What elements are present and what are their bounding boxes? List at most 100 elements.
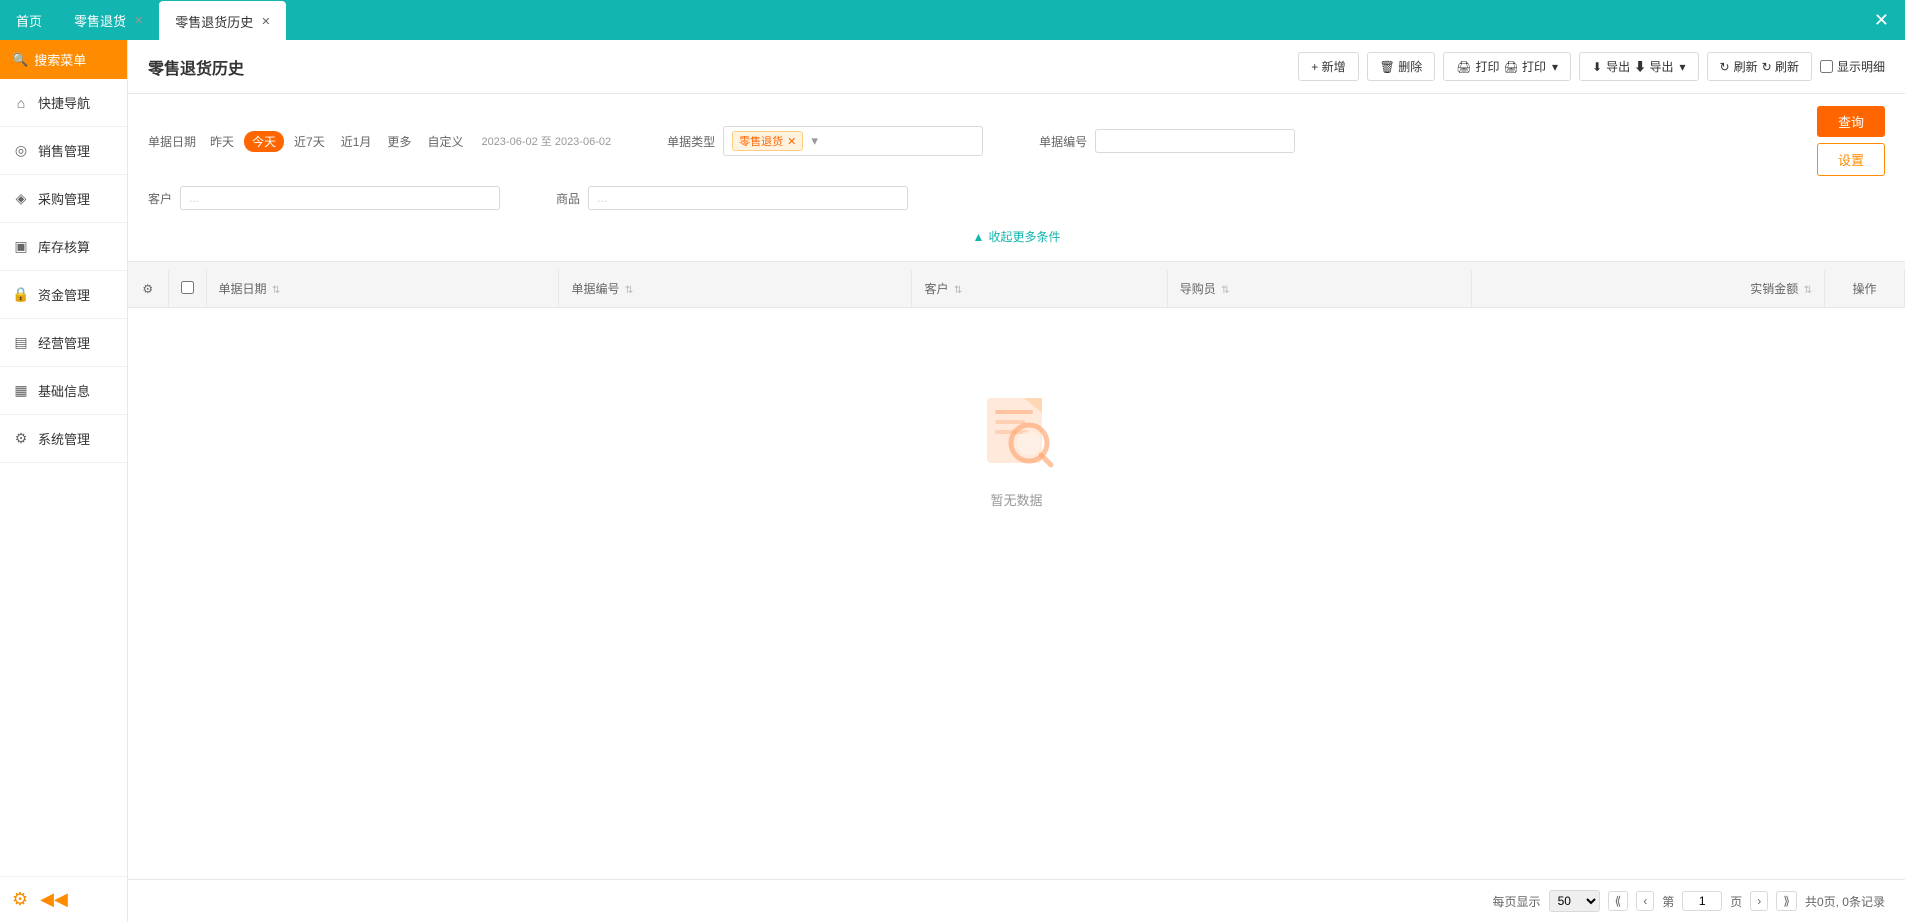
customer-input[interactable] [180,186,500,210]
query-button[interactable]: 查询 [1817,106,1885,137]
window-close-button[interactable]: ✕ [1858,10,1905,31]
volume-icon[interactable]: ◀◀ [40,889,68,910]
sidebar-item-inventory[interactable]: ▣ 库存核算 [0,223,127,271]
prev-page-button[interactable]: ‹ [1636,891,1654,911]
per-page-label: 每页显示 [1493,893,1541,910]
th-actual-amount[interactable]: 实销金额 ⇅ [1471,270,1824,308]
th-settings[interactable]: ⚙ [128,270,168,308]
doc-type-tag-close[interactable]: ✕ [787,135,796,148]
home-icon: ⌂ [12,94,30,112]
sidebar: 🔍 搜索菜单 ⌂ 快捷导航 ◎ 销售管理 ◈ 采购管理 ▣ 库存核算 🔒 资金管… [0,40,128,922]
page-suffix: 页 [1730,893,1742,910]
purchase-icon: ◈ [12,190,30,208]
empty-illustration [967,388,1067,478]
refresh-icon: ↻ [1720,60,1730,74]
date-opt-custom[interactable]: 自定义 [421,131,469,152]
tab-bar: 首页 零售退货 ✕ 零售退货历史 ✕ ✕ [0,0,1905,40]
show-detail-toggle[interactable]: 显示明细 [1820,58,1885,75]
date-range-text: 2023-06-02 至 2023-06-02 [481,133,611,149]
pagination-bar: 每页显示 20 50 100 ⟪ ‹ 第 页 › ⟫ 共0页, 0条记录 [128,879,1905,922]
settings-button[interactable]: 设置 [1817,143,1885,176]
th-action: 操作 [1825,270,1905,308]
column-settings-icon[interactable]: ⚙ [142,282,153,296]
date-opt-today[interactable]: 今天 [244,131,284,152]
th-customer[interactable]: 客户 ⇅ [912,270,1167,308]
print-icon: 🖨 [1456,60,1471,74]
doc-no-filter-group: 单据编号 [1039,129,1295,153]
doc-type-tag: 零售退货 ✕ [732,131,803,151]
filter-area: 单据日期 昨天 今天 近7天 近1月 更多 自定义 2023-06-02 至 2… [128,94,1905,262]
content-area: 零售退货历史 + 新增 🗑 删除 🖨 打印🖨 打印 ▾ ⬇ 导出⬇ 导出 ▾ ↻… [128,40,1905,922]
th-doc-date-label: 单据日期 [219,282,267,296]
table-wrapper: ⚙ 单据日期 ⇅ 单据编号 ⇅ [128,270,1905,879]
th-doc-no-label: 单据编号 [571,282,619,296]
tab-retail-return-close[interactable]: ✕ [134,14,143,27]
next-page-button[interactable]: › [1750,891,1768,911]
sidebar-item-basic-info[interactable]: ▦ 基础信息 [0,367,127,415]
date-opt-yesterday[interactable]: 昨天 [204,131,240,152]
date-opt-7days[interactable]: 近7天 [288,131,331,152]
per-page-select[interactable]: 20 50 100 [1549,890,1600,912]
select-all-checkbox[interactable] [181,281,194,294]
print-dropdown-icon: ▾ [1552,60,1558,74]
filter-row-1: 单据日期 昨天 今天 近7天 近1月 更多 自定义 2023-06-02 至 2… [148,106,1885,176]
tab-retail-return[interactable]: 零售退货 ✕ [58,0,159,40]
th-guide-label: 导购员 [1180,282,1216,296]
sidebar-item-sales-mgmt[interactable]: ◎ 销售管理 [0,127,127,175]
first-page-button[interactable]: ⟪ [1608,891,1629,911]
show-detail-checkbox[interactable] [1820,60,1833,73]
export-button[interactable]: ⬇ 导出⬇ 导出 ▾ [1579,52,1698,81]
customer-label: 客户 [148,190,172,207]
goods-input[interactable] [588,186,908,210]
page-number-input[interactable] [1682,891,1722,911]
date-opt-more[interactable]: 更多 [381,131,417,152]
tab-retail-return-history-close[interactable]: ✕ [261,15,270,28]
sidebar-item-finance-mgmt[interactable]: 🔒 资金管理 [0,271,127,319]
page-title: 零售退货历史 [148,55,244,91]
date-options: 昨天 今天 近7天 近1月 更多 自定义 [204,131,469,152]
th-guide[interactable]: 导购员 ⇅ [1167,270,1471,308]
th-doc-no-sort-icon: ⇅ [625,285,633,296]
sidebar-item-operation-mgmt[interactable]: ▤ 经营管理 [0,319,127,367]
sidebar-bottom: ⚙ ◀◀ [0,876,127,922]
last-page-button[interactable]: ⟫ [1776,891,1797,911]
sidebar-item-purchase-mgmt[interactable]: ◈ 采购管理 [0,175,127,223]
empty-text: 暂无数据 [990,490,1042,509]
th-customer-label: 客户 [924,282,948,296]
date-label: 单据日期 [148,133,196,150]
th-actual-amount-label: 实销金额 [1750,282,1798,296]
th-doc-no[interactable]: 单据编号 ⇅ [559,270,912,308]
refresh-button[interactable]: ↻ 刷新↻ 刷新 [1707,52,1812,81]
goods-label: 商品 [556,190,580,207]
settings-bottom-icon[interactable]: ⚙ [12,889,28,910]
doc-type-dropdown-icon: ▾ [811,133,818,149]
export-dropdown-icon: ▾ [1679,60,1685,74]
sales-icon: ◎ [12,142,30,160]
sidebar-item-quick-nav[interactable]: ⌂ 快捷导航 [0,79,127,127]
export-icon: ⬇ [1592,60,1602,74]
filter-actions: 查询 设置 [1817,106,1885,176]
collapse-more-btn[interactable]: ▲ 收起更多条件 [957,224,1077,249]
doc-type-label: 单据类型 [667,133,715,150]
customer-filter-group: 客户 [148,186,500,210]
doc-no-input[interactable] [1095,129,1295,153]
collapse-icon: ▲ [973,230,985,244]
operation-icon: ▤ [12,334,30,352]
th-doc-date[interactable]: 单据日期 ⇅ [206,270,559,308]
doc-type-filter-group: 单据类型 零售退货 ✕ ▾ [667,126,983,156]
print-button[interactable]: 🖨 打印🖨 打印 ▾ [1443,52,1571,81]
basic-info-icon: ▦ [12,382,30,400]
sidebar-search[interactable]: 🔍 搜索菜单 [0,40,127,79]
sidebar-item-system-mgmt[interactable]: ⚙ 系统管理 [0,415,127,463]
doc-type-select[interactable]: 零售退货 ✕ ▾ [723,126,983,156]
th-doc-date-sort-icon: ⇅ [272,285,280,296]
th-actual-amount-sort-icon: ⇅ [1804,285,1812,296]
delete-button[interactable]: 🗑 删除 [1367,52,1436,81]
tab-retail-return-history[interactable]: 零售退货历史 ✕ [159,1,286,41]
page-header: 零售退货历史 + 新增 🗑 删除 🖨 打印🖨 打印 ▾ ⬇ 导出⬇ 导出 ▾ ↻… [128,40,1905,94]
new-button[interactable]: + 新增 [1298,52,1358,81]
total-text: 共0页, 0条记录 [1805,893,1885,910]
date-opt-1month[interactable]: 近1月 [335,131,378,152]
system-icon: ⚙ [12,430,30,448]
tab-home[interactable]: 首页 [0,0,58,40]
